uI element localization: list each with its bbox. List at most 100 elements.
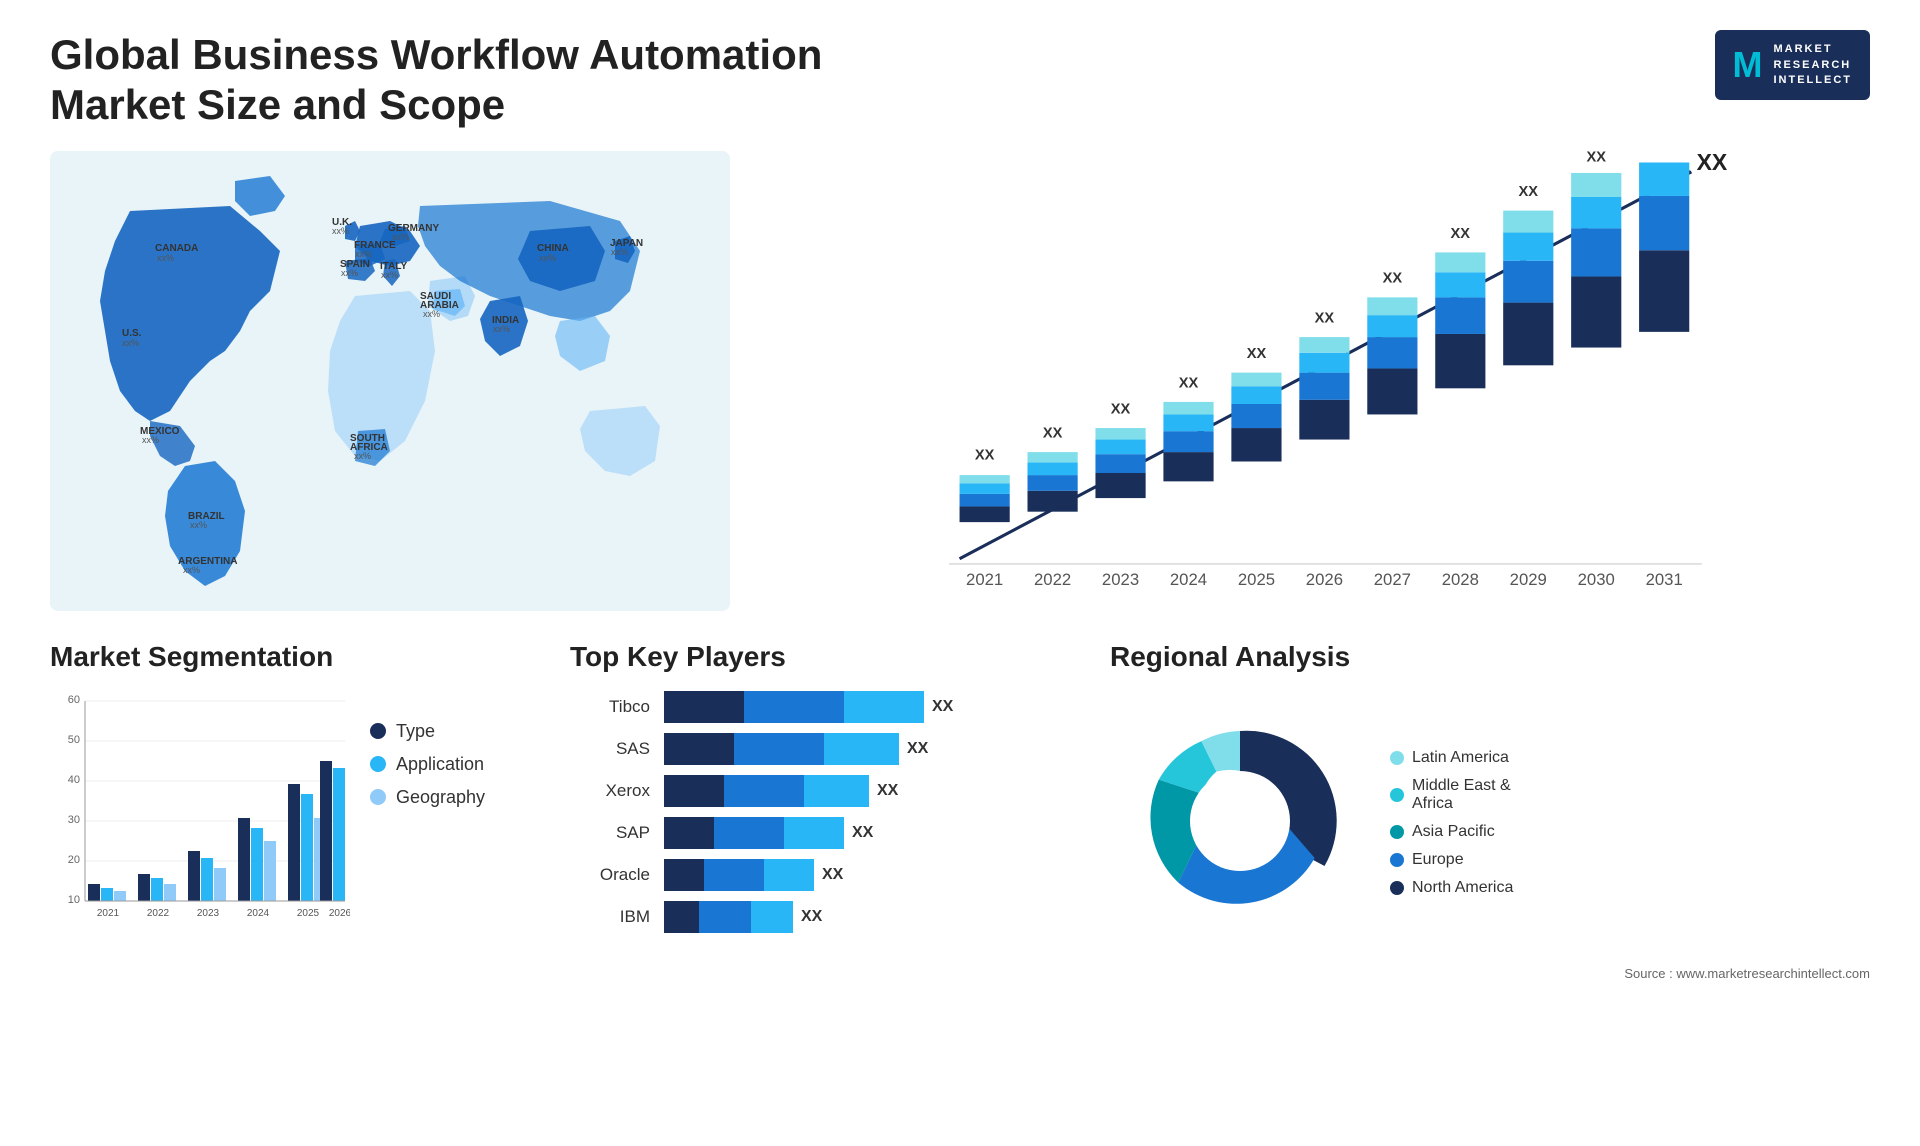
seg-legend: Type Application Geography <box>370 721 485 808</box>
svg-text:xx%: xx% <box>332 226 349 236</box>
svg-text:XX: XX <box>1519 184 1539 200</box>
regional-section: Regional Analysis <box>1110 641 1870 981</box>
oracle-bar-s3 <box>764 859 814 891</box>
donut-chart <box>1110 691 1370 956</box>
type-dot <box>370 723 386 739</box>
svg-text:2022: 2022 <box>1034 570 1071 589</box>
page-title: Global Business Workflow Automation Mark… <box>50 30 950 131</box>
north-america-dot <box>1390 881 1404 895</box>
ibm-bar-s1 <box>664 901 699 933</box>
svg-text:xx%: xx% <box>190 520 207 530</box>
xerox-bar-s2 <box>724 775 804 807</box>
logo-m-icon: M <box>1733 40 1764 90</box>
legend-latin-america: Latin America <box>1390 749 1513 767</box>
svg-text:XX: XX <box>1383 271 1403 287</box>
svg-text:2031: 2031 <box>1646 570 1683 589</box>
top-section: CANADA xx% U.S. xx% MEXICO xx% BRAZIL xx… <box>50 151 1870 611</box>
svg-text:2022: 2022 <box>147 908 170 919</box>
tibco-bar-s2 <box>744 691 844 723</box>
xerox-bar: XX <box>664 775 1070 807</box>
legend-asia-pacific: Asia Pacific <box>1390 823 1513 841</box>
key-players-title: Top Key Players <box>570 641 1070 673</box>
regional-title: Regional Analysis <box>1110 641 1870 673</box>
key-players-section: Top Key Players Tibco XX SAS <box>570 641 1070 933</box>
svg-text:50: 50 <box>68 734 80 746</box>
map-svg: CANADA xx% U.S. xx% MEXICO xx% BRAZIL xx… <box>50 151 730 611</box>
players-list: Tibco XX SAS XX <box>570 691 1070 933</box>
svg-text:XX: XX <box>1247 346 1267 362</box>
xerox-bar-s1 <box>664 775 724 807</box>
svg-text:xx%: xx% <box>423 309 440 319</box>
sap-bar: XX <box>664 817 1070 849</box>
tibco-bar: XX <box>664 691 1070 723</box>
asia-pacific-dot <box>1390 825 1404 839</box>
svg-text:xx%: xx% <box>142 435 159 445</box>
svg-text:XX: XX <box>1697 151 1728 175</box>
header-row: Global Business Workflow Automation Mark… <box>50 30 1870 131</box>
sas-bar: XX <box>664 733 1070 765</box>
svg-text:2026: 2026 <box>1306 570 1343 589</box>
seg-bar-svg: 60 50 40 30 20 10 <box>50 691 350 931</box>
svg-text:20: 20 <box>68 854 80 866</box>
legend-europe: Europe <box>1390 851 1513 869</box>
svg-text:30: 30 <box>68 814 80 826</box>
regional-legend: Latin America Middle East &Africa Asia P… <box>1390 749 1513 897</box>
svg-text:2024: 2024 <box>247 908 270 919</box>
ibm-bar-s2 <box>699 901 751 933</box>
player-row-oracle: Oracle XX <box>570 859 1070 891</box>
page-wrapper: Global Business Workflow Automation Mark… <box>0 0 1920 1146</box>
svg-text:XX: XX <box>1451 226 1471 242</box>
logo-area: M MARKET RESEARCH INTELLECT <box>1715 30 1871 100</box>
segmentation-title: Market Segmentation <box>50 641 530 673</box>
sas-bar-s1 <box>664 733 734 765</box>
player-row-ibm: IBM XX <box>570 901 1070 933</box>
svg-text:2021: 2021 <box>966 570 1003 589</box>
xerox-bar-s3 <box>804 775 869 807</box>
donut-svg <box>1110 691 1370 951</box>
oracle-bar: XX <box>664 859 1070 891</box>
svg-text:xx%: xx% <box>183 565 200 575</box>
sas-bar-s3 <box>824 733 899 765</box>
svg-text:2024: 2024 <box>1170 570 1207 589</box>
legend-type: Type <box>370 721 485 742</box>
legend-geography: Geography <box>370 787 485 808</box>
svg-text:2023: 2023 <box>197 908 220 919</box>
svg-text:xx%: xx% <box>493 324 510 334</box>
tibco-bar-s1 <box>664 691 744 723</box>
svg-text:40: 40 <box>68 774 80 786</box>
player-row-xerox: Xerox XX <box>570 775 1070 807</box>
seg-chart-container: 60 50 40 30 20 10 <box>50 691 530 936</box>
legend-middle-east-africa: Middle East &Africa <box>1390 777 1513 813</box>
sas-bar-s2 <box>734 733 824 765</box>
svg-text:2030: 2030 <box>1578 570 1615 589</box>
seg-svg: 60 50 40 30 20 10 <box>50 691 350 936</box>
growth-bar-chart: XX XX 2021 XX 2022 <box>760 151 1870 611</box>
svg-text:xx%: xx% <box>341 268 358 278</box>
oracle-bar-s1 <box>664 859 704 891</box>
application-dot <box>370 756 386 772</box>
svg-text:60: 60 <box>68 694 80 706</box>
sap-bar-s3 <box>784 817 844 849</box>
svg-text:10: 10 <box>68 894 80 906</box>
middle-east-africa-dot <box>1390 788 1404 802</box>
tibco-bar-s3 <box>844 691 924 723</box>
legend-north-america: North America <box>1390 879 1513 897</box>
svg-text:xx%: xx% <box>392 232 409 242</box>
ibm-bar-s3 <box>751 901 793 933</box>
logo-box: M MARKET RESEARCH INTELLECT <box>1715 30 1871 100</box>
player-row-tibco: Tibco XX <box>570 691 1070 723</box>
sap-bar-s1 <box>664 817 714 849</box>
svg-text:XX: XX <box>975 447 995 463</box>
middle-east-label: Middle East &Africa <box>1412 777 1511 813</box>
geography-dot <box>370 789 386 805</box>
svg-text:xx%: xx% <box>355 249 372 259</box>
svg-text:xx%: xx% <box>381 270 398 280</box>
svg-text:2027: 2027 <box>1374 570 1411 589</box>
svg-text:2028: 2028 <box>1442 570 1479 589</box>
legend-application: Application <box>370 754 485 775</box>
latin-america-dot <box>1390 751 1404 765</box>
svg-text:XX: XX <box>1586 151 1606 165</box>
bottom-section: Market Segmentation 60 50 40 30 20 10 <box>50 641 1870 981</box>
svg-text:2021: 2021 <box>97 908 120 919</box>
svg-text:XX: XX <box>1315 310 1335 326</box>
